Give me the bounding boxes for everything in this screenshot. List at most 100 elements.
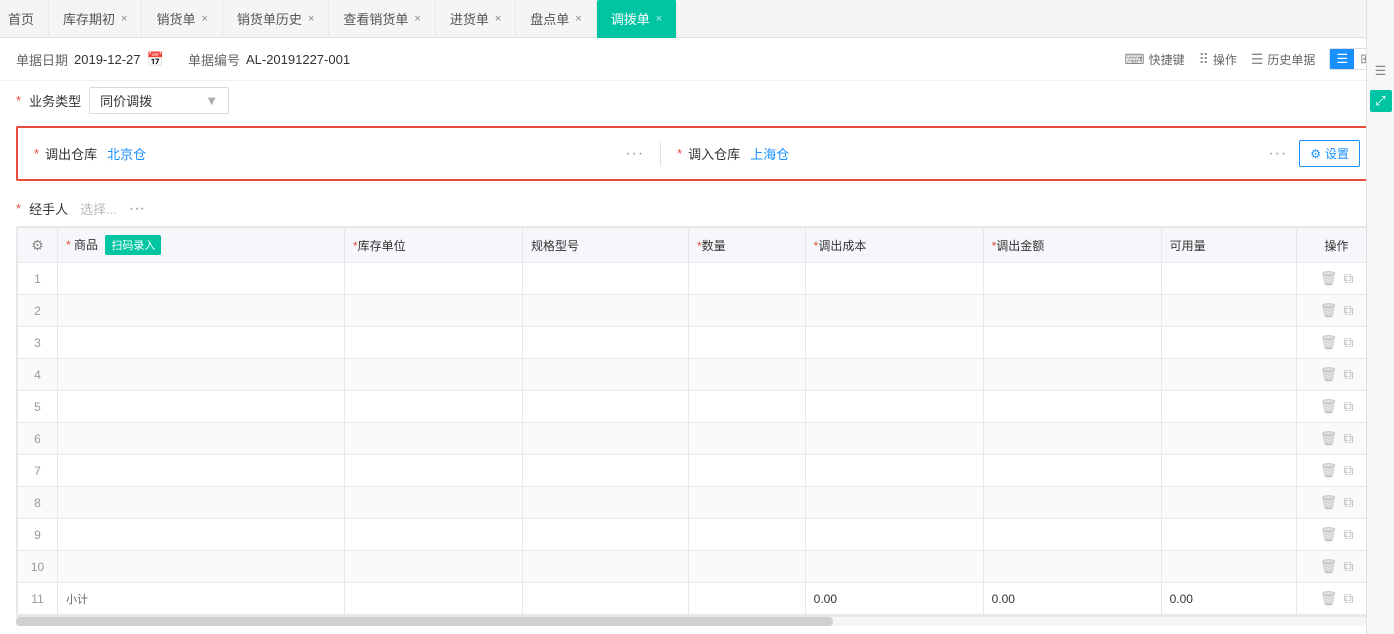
- copy-icon[interactable]: ⧉: [1343, 590, 1353, 607]
- product-cell[interactable]: [58, 359, 345, 391]
- out-cost-cell[interactable]: [805, 263, 983, 295]
- spec-cell[interactable]: [522, 423, 688, 455]
- out-amount-cell[interactable]: [983, 423, 1161, 455]
- spec-cell[interactable]: [522, 359, 688, 391]
- tab-sales-order[interactable]: 销货单 ×: [142, 0, 222, 38]
- qty-cell[interactable]: [688, 359, 805, 391]
- qty-cell[interactable]: [688, 263, 805, 295]
- available-cell[interactable]: [1161, 327, 1296, 359]
- available-cell[interactable]: [1161, 519, 1296, 551]
- delete-icon[interactable]: 🗑: [1320, 494, 1338, 511]
- product-cell[interactable]: [58, 295, 345, 327]
- spec-cell[interactable]: [522, 519, 688, 551]
- unit-cell[interactable]: [344, 327, 522, 359]
- tab-transfer-order[interactable]: 调拨单 ×: [597, 0, 677, 38]
- copy-icon[interactable]: ⧉: [1343, 302, 1353, 319]
- copy-icon[interactable]: ⧉: [1343, 558, 1353, 575]
- delete-icon[interactable]: 🗑: [1320, 398, 1338, 415]
- copy-icon[interactable]: ⧉: [1343, 270, 1353, 287]
- business-type-selector[interactable]: 同价调拨 ▼: [89, 87, 229, 114]
- spec-cell[interactable]: [522, 455, 688, 487]
- spec-cell[interactable]: [522, 295, 688, 327]
- spec-cell[interactable]: [522, 391, 688, 423]
- tab-close-icon-active[interactable]: ×: [656, 13, 662, 25]
- operations-button[interactable]: ⠿ 操作: [1199, 51, 1237, 68]
- horizontal-scrollbar[interactable]: [16, 616, 1378, 626]
- copy-icon[interactable]: ⧉: [1343, 398, 1353, 415]
- product-cell[interactable]: [58, 263, 345, 295]
- qty-cell[interactable]: [688, 519, 805, 551]
- out-cost-cell[interactable]: [805, 551, 983, 583]
- delete-icon[interactable]: 🗑: [1320, 270, 1338, 287]
- available-cell[interactable]: [1161, 487, 1296, 519]
- available-cell[interactable]: [1161, 295, 1296, 327]
- qty-cell[interactable]: [688, 551, 805, 583]
- qty-cell[interactable]: [688, 327, 805, 359]
- product-cell[interactable]: [58, 327, 345, 359]
- copy-icon[interactable]: ⧉: [1343, 494, 1353, 511]
- handler-picker[interactable]: 选择...: [80, 199, 117, 218]
- tab-view-sales[interactable]: 查看销货单 ×: [329, 0, 435, 38]
- shortcut-button[interactable]: ⌨ 快捷键: [1124, 51, 1184, 68]
- sidebar-list-icon[interactable]: ☰: [1370, 60, 1392, 82]
- out-cost-cell[interactable]: [805, 455, 983, 487]
- tab-sales-history[interactable]: 销货单历史 ×: [223, 0, 329, 38]
- qty-cell[interactable]: [688, 455, 805, 487]
- qty-cell[interactable]: [688, 391, 805, 423]
- settings-col-header[interactable]: ⚙: [18, 228, 58, 263]
- unit-cell[interactable]: [344, 519, 522, 551]
- tab-close-icon[interactable]: ×: [414, 13, 420, 25]
- spec-cell[interactable]: [522, 487, 688, 519]
- out-amount-cell[interactable]: [983, 455, 1161, 487]
- delete-icon[interactable]: 🗑: [1320, 462, 1338, 479]
- out-warehouse-value[interactable]: 北京仓: [107, 144, 146, 163]
- out-cost-cell[interactable]: [805, 295, 983, 327]
- out-cost-cell[interactable]: [805, 519, 983, 551]
- scan-button[interactable]: 扫码录入: [105, 235, 161, 255]
- out-amount-cell[interactable]: [983, 519, 1161, 551]
- view-list-icon[interactable]: ☰: [1330, 49, 1354, 69]
- available-cell[interactable]: [1161, 359, 1296, 391]
- history-button[interactable]: ☰ 历史单据: [1251, 51, 1316, 68]
- warehouse-settings-button[interactable]: ⚙ 设置: [1299, 140, 1360, 167]
- calendar-icon[interactable]: 📅: [147, 51, 164, 68]
- available-cell[interactable]: [1161, 455, 1296, 487]
- delete-icon[interactable]: 🗑: [1320, 526, 1338, 543]
- product-cell[interactable]: [58, 519, 345, 551]
- tab-close-icon[interactable]: ×: [575, 13, 581, 25]
- unit-cell[interactable]: [344, 423, 522, 455]
- qty-cell[interactable]: [688, 423, 805, 455]
- spec-cell[interactable]: [522, 327, 688, 359]
- available-cell[interactable]: [1161, 423, 1296, 455]
- copy-icon[interactable]: ⧉: [1343, 366, 1353, 383]
- delete-icon[interactable]: 🗑: [1320, 334, 1338, 351]
- available-cell[interactable]: [1161, 551, 1296, 583]
- out-amount-cell[interactable]: [983, 391, 1161, 423]
- unit-cell[interactable]: [344, 295, 522, 327]
- product-cell[interactable]: [58, 455, 345, 487]
- sidebar-expand-icon[interactable]: ⤢: [1370, 90, 1392, 112]
- delete-icon[interactable]: 🗑: [1320, 366, 1338, 383]
- tab-close-icon[interactable]: ×: [308, 13, 314, 25]
- unit-cell[interactable]: [344, 263, 522, 295]
- out-cost-cell[interactable]: [805, 391, 983, 423]
- spec-cell[interactable]: [522, 263, 688, 295]
- unit-cell[interactable]: [344, 359, 522, 391]
- copy-icon[interactable]: ⧉: [1343, 430, 1353, 447]
- delete-icon[interactable]: 🗑: [1320, 302, 1338, 319]
- out-amount-cell[interactable]: [983, 263, 1161, 295]
- out-amount-cell[interactable]: [983, 327, 1161, 359]
- delete-icon[interactable]: 🗑: [1320, 558, 1338, 575]
- out-warehouse-dots[interactable]: ···: [625, 145, 644, 163]
- unit-cell[interactable]: [344, 551, 522, 583]
- handler-dots[interactable]: ···: [129, 200, 145, 218]
- in-warehouse-dots[interactable]: ···: [1268, 145, 1287, 163]
- out-amount-cell[interactable]: [983, 487, 1161, 519]
- out-amount-cell[interactable]: [983, 551, 1161, 583]
- spec-cell[interactable]: [522, 551, 688, 583]
- unit-cell[interactable]: [344, 455, 522, 487]
- tab-close-icon[interactable]: ×: [495, 13, 501, 25]
- qty-cell[interactable]: [688, 487, 805, 519]
- product-cell[interactable]: [58, 487, 345, 519]
- product-cell[interactable]: [58, 423, 345, 455]
